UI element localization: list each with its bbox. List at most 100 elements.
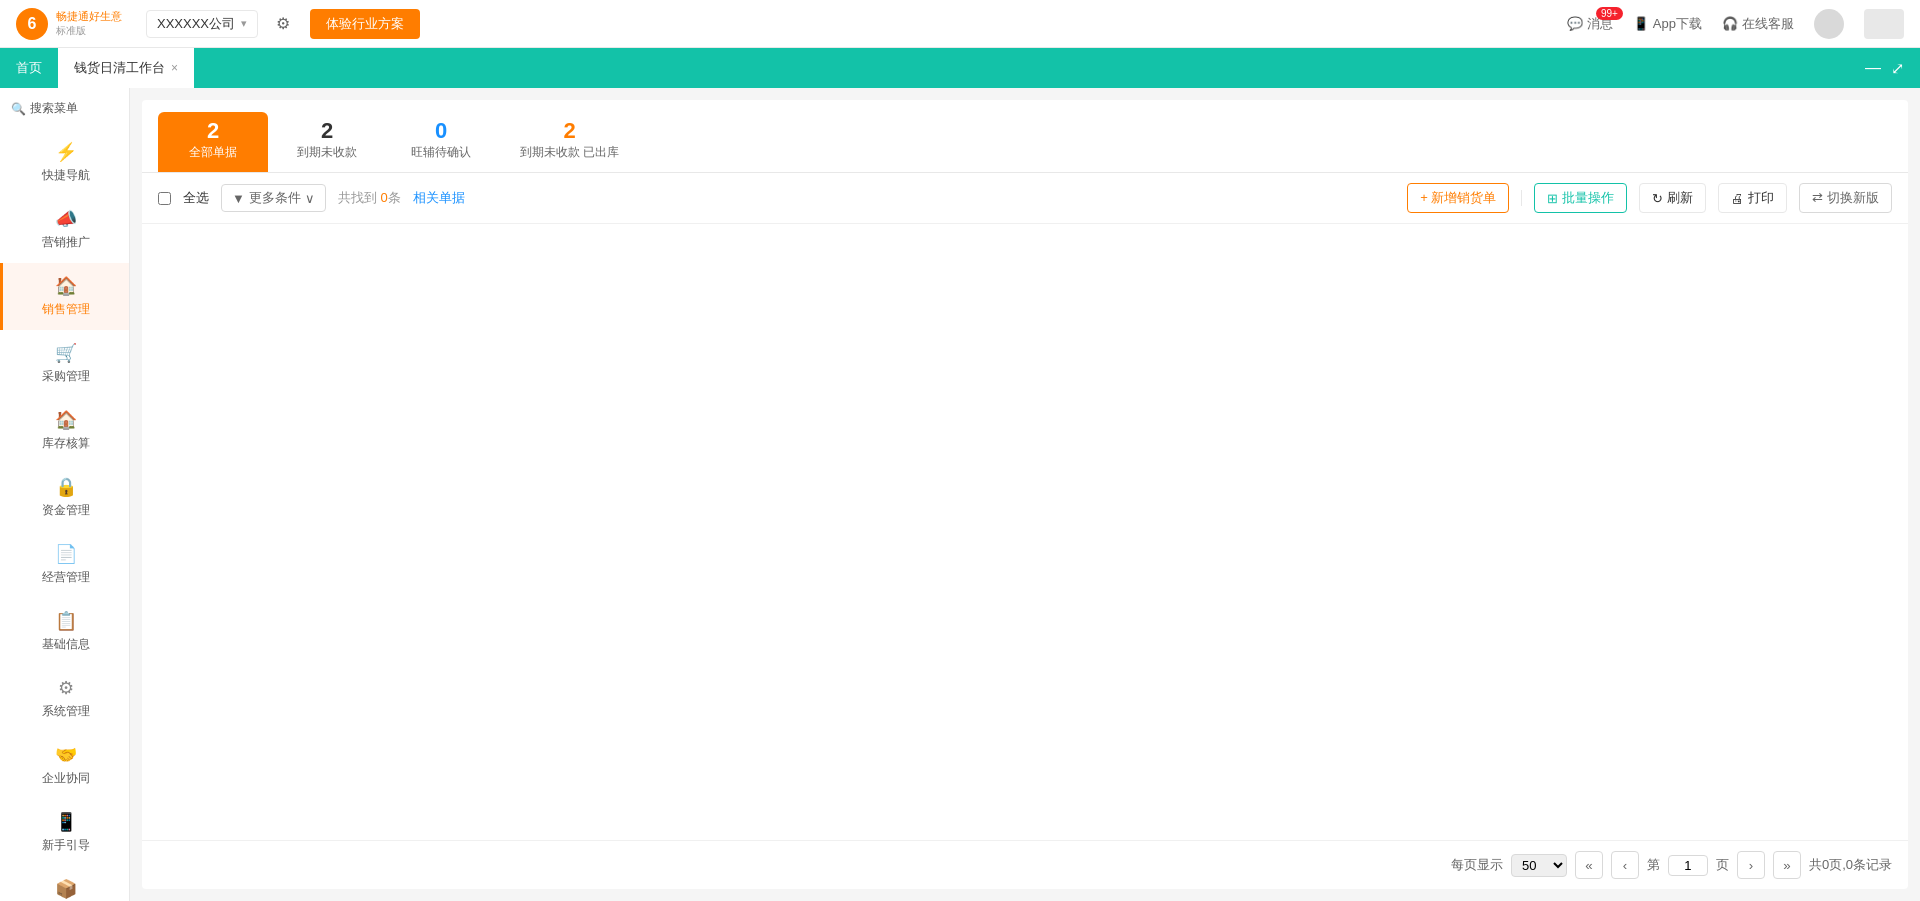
toolbar-left: 全选 ▼ 更多条件 ∨ 共找到 0条 相关单据 <box>158 184 1395 212</box>
summary-tab-wangwang[interactable]: 0 旺辅待确认 <box>386 112 496 172</box>
operations-icon: 📄 <box>55 543 77 565</box>
per-page-select[interactable]: 50 100 200 <box>1511 854 1567 877</box>
app-download-label: App下载 <box>1653 15 1702 33</box>
nav-tab-actions: — ⤢ <box>1865 59 1920 78</box>
logo-area: 6 畅捷通好生意 标准版 <box>16 8 146 40</box>
sales-icon: 🏠 <box>55 275 77 297</box>
batch-label: 批量操作 <box>1562 189 1614 207</box>
sidebar-item-inventory[interactable]: 🏠 库存核算 <box>0 397 129 464</box>
select-all-checkbox[interactable] <box>158 192 171 205</box>
window-maximize-btn[interactable]: ⤢ <box>1891 59 1904 78</box>
summary-tab-all[interactable]: 2 全部单据 <box>158 112 268 172</box>
next-page-button[interactable]: › <box>1737 851 1765 879</box>
cooperation-icon: 🤝 <box>55 744 77 766</box>
sidebar-search[interactable]: 🔍 搜索菜单 <box>0 88 129 129</box>
sidebar-item-label-system: 系统管理 <box>42 703 90 720</box>
marketing-icon: 📣 <box>55 208 77 230</box>
sidebar-item-sales[interactable]: 🏠 销售管理 <box>0 263 129 330</box>
sidebar-item-label-cooperation: 企业协同 <box>42 770 90 787</box>
switch-version-button[interactable]: ⇄ 切换新版 <box>1799 183 1892 213</box>
tab-close-icon[interactable]: × <box>171 61 178 75</box>
summary-tab-overdue[interactable]: 2 到期未收款 <box>272 112 382 172</box>
avatar[interactable] <box>1814 9 1844 39</box>
summary-tabs: 2 全部单据 2 到期未收款 0 旺辅待确认 2 到期未收款 已出库 <box>142 100 1908 173</box>
print-button[interactable]: 🖨 打印 <box>1718 183 1787 213</box>
message-badge: 99+ <box>1596 7 1623 20</box>
filter-dropdown-icon: ∨ <box>305 191 315 206</box>
app-center-icon: 📦 <box>55 878 77 900</box>
sidebar-item-label-basic-info: 基础信息 <box>42 636 90 653</box>
last-page-button[interactable]: » <box>1773 851 1801 879</box>
prev-page-button[interactable]: ‹ <box>1611 851 1639 879</box>
sidebar-item-label-newbie: 新手引导 <box>42 837 90 854</box>
user-menu[interactable] <box>1864 9 1904 39</box>
main-layout: 🔍 搜索菜单 ⚡ 快捷导航 📣 营销推广 🏠 销售管理 🛒 采购管理 🏠 库存核… <box>0 88 1920 901</box>
sidebar-item-label-inventory: 库存核算 <box>42 435 90 452</box>
sidebar-item-basic-info[interactable]: 📋 基础信息 <box>0 598 129 665</box>
table-area <box>142 224 1908 840</box>
sidebar: 🔍 搜索菜单 ⚡ 快捷导航 📣 营销推广 🏠 销售管理 🛒 采购管理 🏠 库存核… <box>0 88 130 901</box>
first-page-button[interactable]: « <box>1575 851 1603 879</box>
window-minimize-btn[interactable]: — <box>1865 59 1881 77</box>
sidebar-item-system[interactable]: ⚙ 系统管理 <box>0 665 129 732</box>
summary-label-all: 全部单据 <box>189 144 237 161</box>
company-selector[interactable]: XXXXXX公司 ▾ <box>146 10 258 38</box>
toolbar-divider-1 <box>1521 190 1522 206</box>
refresh-label: 刷新 <box>1667 189 1693 207</box>
top-bar-right: 💬 消息 99+ 📱 App下载 🎧 在线客服 <box>1567 9 1904 39</box>
toolbar-right: + 新增销货单 ⊞ 批量操作 ↻ 刷新 🖨 打印 ⇄ <box>1407 183 1892 213</box>
online-service-button[interactable]: 🎧 在线客服 <box>1722 15 1794 33</box>
sidebar-item-marketing[interactable]: 📣 营销推广 <box>0 196 129 263</box>
page-number-input[interactable] <box>1668 855 1708 876</box>
settings-button[interactable]: ⚙ <box>268 9 298 39</box>
related-docs-link[interactable]: 相关单据 <box>413 189 465 207</box>
top-bar: 6 畅捷通好生意 标准版 XXXXXX公司 ▾ ⚙ 体验行业方案 💬 消息 99… <box>0 0 1920 48</box>
refresh-button[interactable]: ↻ 刷新 <box>1639 183 1706 213</box>
toolbar: 全选 ▼ 更多条件 ∨ 共找到 0条 相关单据 + 新增销货单 ⊞ <box>142 173 1908 224</box>
sidebar-item-finance[interactable]: 🔒 资金管理 <box>0 464 129 531</box>
sidebar-item-quick-nav[interactable]: ⚡ 快捷导航 <box>0 129 129 196</box>
tab-active[interactable]: 钱货日清工作台 × <box>58 48 194 88</box>
add-sales-order-button[interactable]: + 新增销货单 <box>1407 183 1509 213</box>
sidebar-item-cooperation[interactable]: 🤝 企业协同 <box>0 732 129 799</box>
sidebar-item-newbie[interactable]: 📱 新手引导 <box>0 799 129 866</box>
sidebar-item-purchase[interactable]: 🛒 采购管理 <box>0 330 129 397</box>
tab-home-label: 首页 <box>16 59 42 77</box>
refresh-icon: ↻ <box>1652 191 1663 206</box>
sidebar-item-label-finance: 资金管理 <box>42 502 90 519</box>
company-dropdown-arrow: ▾ <box>241 17 247 30</box>
company-name: XXXXXX公司 <box>157 15 235 33</box>
batch-operation-button[interactable]: ⊞ 批量操作 <box>1534 183 1627 213</box>
app-download-button[interactable]: 📱 App下载 <box>1633 15 1702 33</box>
found-prefix: 共找到 <box>338 190 377 205</box>
search-icon: 🔍 <box>11 102 26 116</box>
sidebar-item-label-marketing: 营销推广 <box>42 234 90 251</box>
summary-label-overdue-shipped: 到期未收款 已出库 <box>520 144 619 161</box>
service-icon: 🎧 <box>1722 16 1738 31</box>
logo-text-area: 畅捷通好生意 标准版 <box>56 9 122 37</box>
batch-icon: ⊞ <box>1547 191 1558 206</box>
sidebar-search-label: 搜索菜单 <box>30 100 78 117</box>
message-icon: 💬 <box>1567 16 1583 31</box>
found-count: 0 <box>381 190 388 205</box>
switch-icon: ⇄ <box>1812 190 1823 205</box>
experience-button[interactable]: 体验行业方案 <box>310 9 420 39</box>
summary-count-overdue-shipped: 2 <box>564 120 576 142</box>
filter-btn-label: 更多条件 <box>249 189 301 207</box>
system-icon: ⚙ <box>58 677 74 699</box>
filter-icon: ▼ <box>232 191 245 206</box>
quick-nav-icon: ⚡ <box>55 141 77 163</box>
finance-icon: 🔒 <box>55 476 77 498</box>
logo-badge: 标准版 <box>56 24 122 38</box>
message-button[interactable]: 💬 消息 99+ <box>1567 15 1613 33</box>
summary-label-wangwang: 旺辅待确认 <box>411 144 471 161</box>
tab-active-label: 钱货日清工作台 <box>74 59 165 77</box>
tab-home[interactable]: 首页 <box>0 48 58 88</box>
switch-label: 切换新版 <box>1827 190 1879 205</box>
content-area: 2 全部单据 2 到期未收款 0 旺辅待确认 2 到期未收款 已出库 <box>130 88 1920 901</box>
summary-tab-overdue-shipped[interactable]: 2 到期未收款 已出库 <box>500 112 639 172</box>
sidebar-item-operations[interactable]: 📄 经营管理 <box>0 531 129 598</box>
sidebar-item-app-center[interactable]: 📦 应用中心 <box>0 866 129 901</box>
more-filter-button[interactable]: ▼ 更多条件 ∨ <box>221 184 326 212</box>
sidebar-item-label-operations: 经营管理 <box>42 569 90 586</box>
